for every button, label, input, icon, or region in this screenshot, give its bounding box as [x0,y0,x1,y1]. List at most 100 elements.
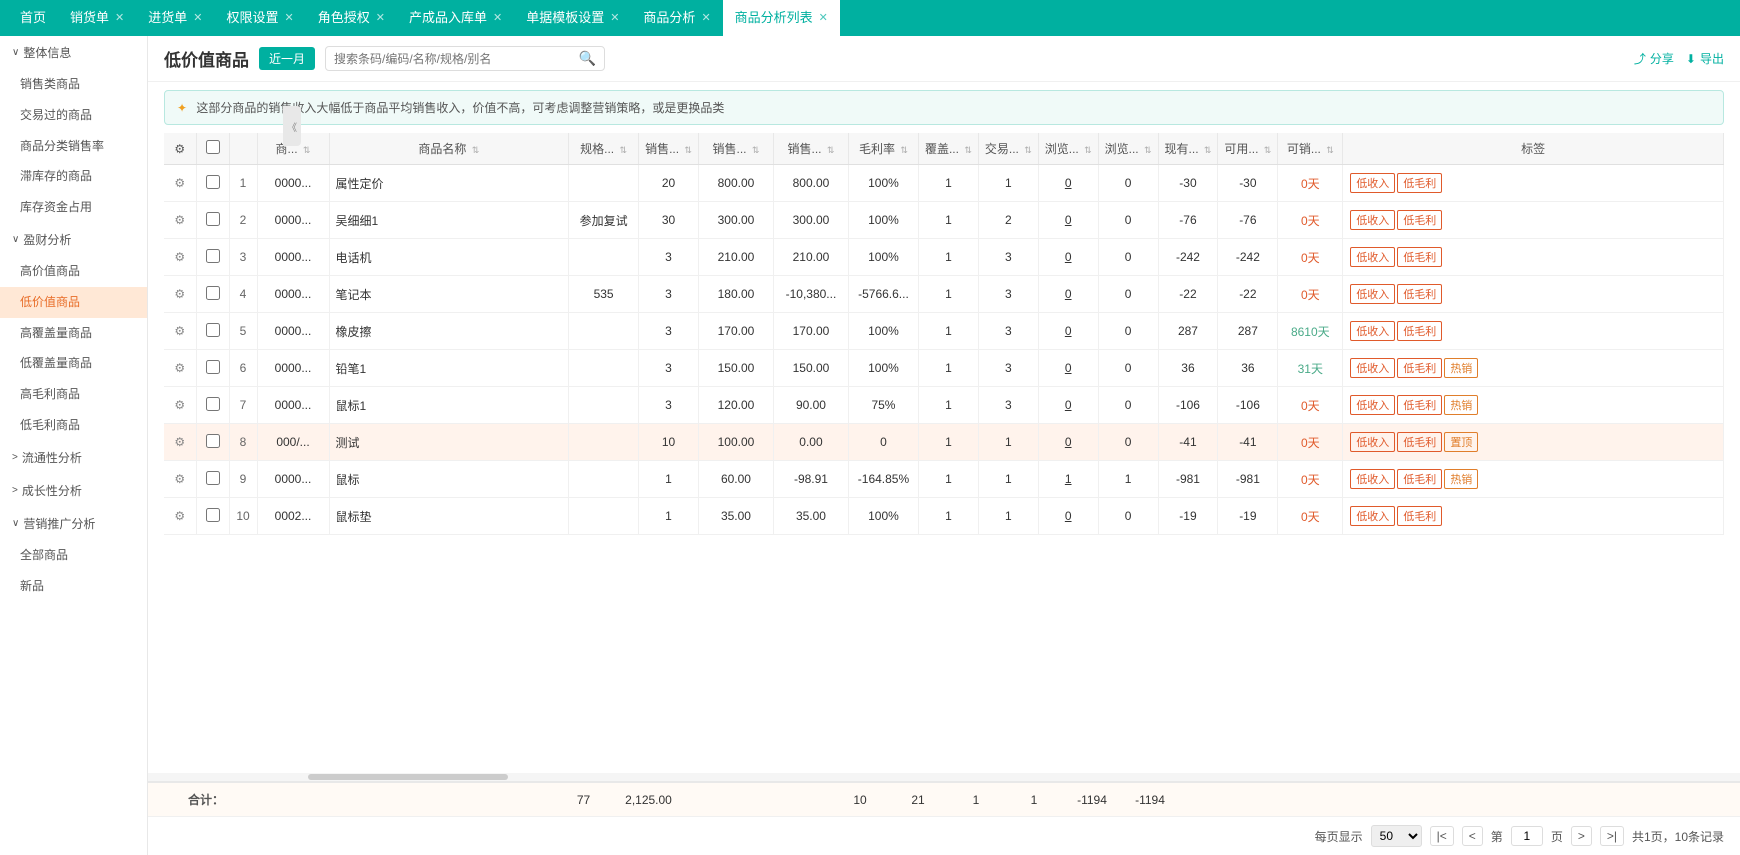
row-view1[interactable]: 0 [1038,165,1098,202]
gear-icon[interactable]: ⚙ [174,213,185,227]
row-view1[interactable]: 0 [1038,498,1098,535]
row-settings[interactable]: ⚙ [164,498,196,535]
row-view1[interactable]: 0 [1038,276,1098,313]
col-sellable[interactable]: 可销... ⇅ [1278,133,1343,165]
sidebar-item-low-margin[interactable]: 低毛利商品 [0,410,147,441]
sidebar-item-new-goods[interactable]: 新品 [0,571,147,602]
sidebar-item-all-goods[interactable]: 全部商品 [0,540,147,571]
row-settings[interactable]: ⚙ [164,387,196,424]
last-page-button[interactable]: >| [1600,826,1624,846]
settings-header[interactable]: ⚙ [164,133,196,165]
row-checkbox[interactable] [196,276,229,313]
col-transaction[interactable]: 交易... ⇅ [978,133,1038,165]
sidebar-group-marketing[interactable]: ∨ 营销推广分析 [0,507,147,540]
row-view1[interactable]: 0 [1038,387,1098,424]
row-checkbox[interactable] [196,313,229,350]
row-select-checkbox[interactable] [203,397,223,411]
row-checkbox[interactable] [196,239,229,276]
col-name[interactable]: 商品名称 ⇅ [329,133,569,165]
page-size-select[interactable]: 50 100 [1371,825,1422,847]
close-icon[interactable]: ✕ [493,0,502,36]
nav-product-analysis[interactable]: 商品分析 ✕ [631,0,722,36]
row-settings[interactable]: ⚙ [164,202,196,239]
col-view2[interactable]: 浏览... ⇅ [1098,133,1158,165]
sidebar-group-liquidity[interactable]: > 流通性分析 [0,441,147,474]
close-icon[interactable]: ✕ [376,0,385,36]
row-checkbox[interactable] [196,498,229,535]
gear-icon[interactable]: ⚙ [174,324,185,338]
row-select-checkbox[interactable] [203,434,223,448]
row-settings[interactable]: ⚙ [164,424,196,461]
row-settings[interactable]: ⚙ [164,165,196,202]
row-checkbox[interactable] [196,387,229,424]
row-view1[interactable]: 0 [1038,313,1098,350]
scrollbar-thumb[interactable] [308,774,508,780]
sidebar-item-low-coverage[interactable]: 低覆盖量商品 [0,348,147,379]
gear-icon[interactable]: ⚙ [174,176,185,190]
col-coverage[interactable]: 覆盖... ⇅ [918,133,978,165]
sidebar-item-traded-goods[interactable]: 交易过的商品 [0,100,147,131]
row-checkbox[interactable] [196,202,229,239]
row-select-checkbox[interactable] [203,323,223,337]
horizontal-scrollbar[interactable] [148,773,1740,781]
gear-icon[interactable]: ⚙ [174,435,185,449]
row-select-checkbox[interactable] [203,175,223,189]
col-margin[interactable]: 毛利率 ⇅ [848,133,918,165]
sidebar-item-low-value[interactable]: 低价值商品 [0,287,147,318]
nav-template[interactable]: 单据模板设置 ✕ [514,0,631,36]
col-sales-profit[interactable]: 销售... ⇅ [773,133,848,165]
sidebar-item-inventory-funds[interactable]: 库存资金占用 [0,192,147,223]
sidebar-item-stagnant-goods[interactable]: 滞库存的商品 [0,161,147,192]
sidebar-group-overall[interactable]: ∨ 整体信息 [0,36,147,69]
sidebar-collapse-button[interactable]: 《 [283,106,301,146]
gear-icon[interactable]: ⚙ [174,398,185,412]
row-select-checkbox[interactable] [203,249,223,263]
gear-icon[interactable]: ⚙ [174,361,185,375]
row-settings[interactable]: ⚙ [164,276,196,313]
row-select-checkbox[interactable] [203,471,223,485]
close-icon[interactable]: ✕ [819,0,828,36]
sidebar-item-sales-goods[interactable]: 销售类商品 [0,69,147,100]
row-view1[interactable]: 0 [1038,424,1098,461]
row-settings[interactable]: ⚙ [164,461,196,498]
nav-permission[interactable]: 权限设置 ✕ [214,0,305,36]
row-select-checkbox[interactable] [203,508,223,522]
search-input[interactable] [334,52,573,66]
row-settings[interactable]: ⚙ [164,350,196,387]
row-checkbox[interactable] [196,424,229,461]
col-view1[interactable]: 浏览... ⇅ [1038,133,1098,165]
sidebar-item-high-margin[interactable]: 高毛利商品 [0,379,147,410]
nav-home[interactable]: 首页 [8,0,58,36]
nav-product-inbound[interactable]: 产成品入库单 ✕ [397,0,514,36]
nav-product-analysis-list[interactable]: 商品分析列表 ✕ [723,0,840,36]
col-spec[interactable]: 规格... ⇅ [569,133,639,165]
close-icon[interactable]: ✕ [285,0,294,36]
select-all-checkbox[interactable] [206,140,220,154]
search-icon[interactable]: 🔍 [579,50,596,67]
col-tags[interactable]: 标签 [1343,133,1724,165]
gear-icon[interactable]: ⚙ [174,287,185,301]
page-input[interactable] [1511,826,1543,846]
nav-role-auth[interactable]: 角色授权 ✕ [306,0,397,36]
first-page-button[interactable]: |< [1430,826,1454,846]
col-available[interactable]: 可用... ⇅ [1218,133,1278,165]
sidebar-group-profit[interactable]: ∨ 盈财分析 [0,223,147,256]
sidebar-item-high-coverage[interactable]: 高覆盖量商品 [0,318,147,349]
nav-sales-order[interactable]: 销货单 ✕ [58,0,136,36]
row-view1[interactable]: 0 [1038,239,1098,276]
row-settings[interactable]: ⚙ [164,239,196,276]
row-select-checkbox[interactable] [203,360,223,374]
gear-icon[interactable]: ⚙ [174,509,185,523]
row-checkbox[interactable] [196,165,229,202]
sidebar-group-growth[interactable]: > 成长性分析 [0,474,147,507]
col-current[interactable]: 现有... ⇅ [1158,133,1218,165]
row-select-checkbox[interactable] [203,212,223,226]
row-settings[interactable]: ⚙ [164,313,196,350]
row-view1[interactable]: 0 [1038,202,1098,239]
close-icon[interactable]: ✕ [610,0,619,36]
share-button[interactable]: ⤴ 分享 [1634,50,1674,67]
row-checkbox[interactable] [196,350,229,387]
gear-icon[interactable]: ⚙ [174,472,185,486]
close-icon[interactable]: ✕ [701,0,710,36]
close-icon[interactable]: ✕ [193,0,202,36]
